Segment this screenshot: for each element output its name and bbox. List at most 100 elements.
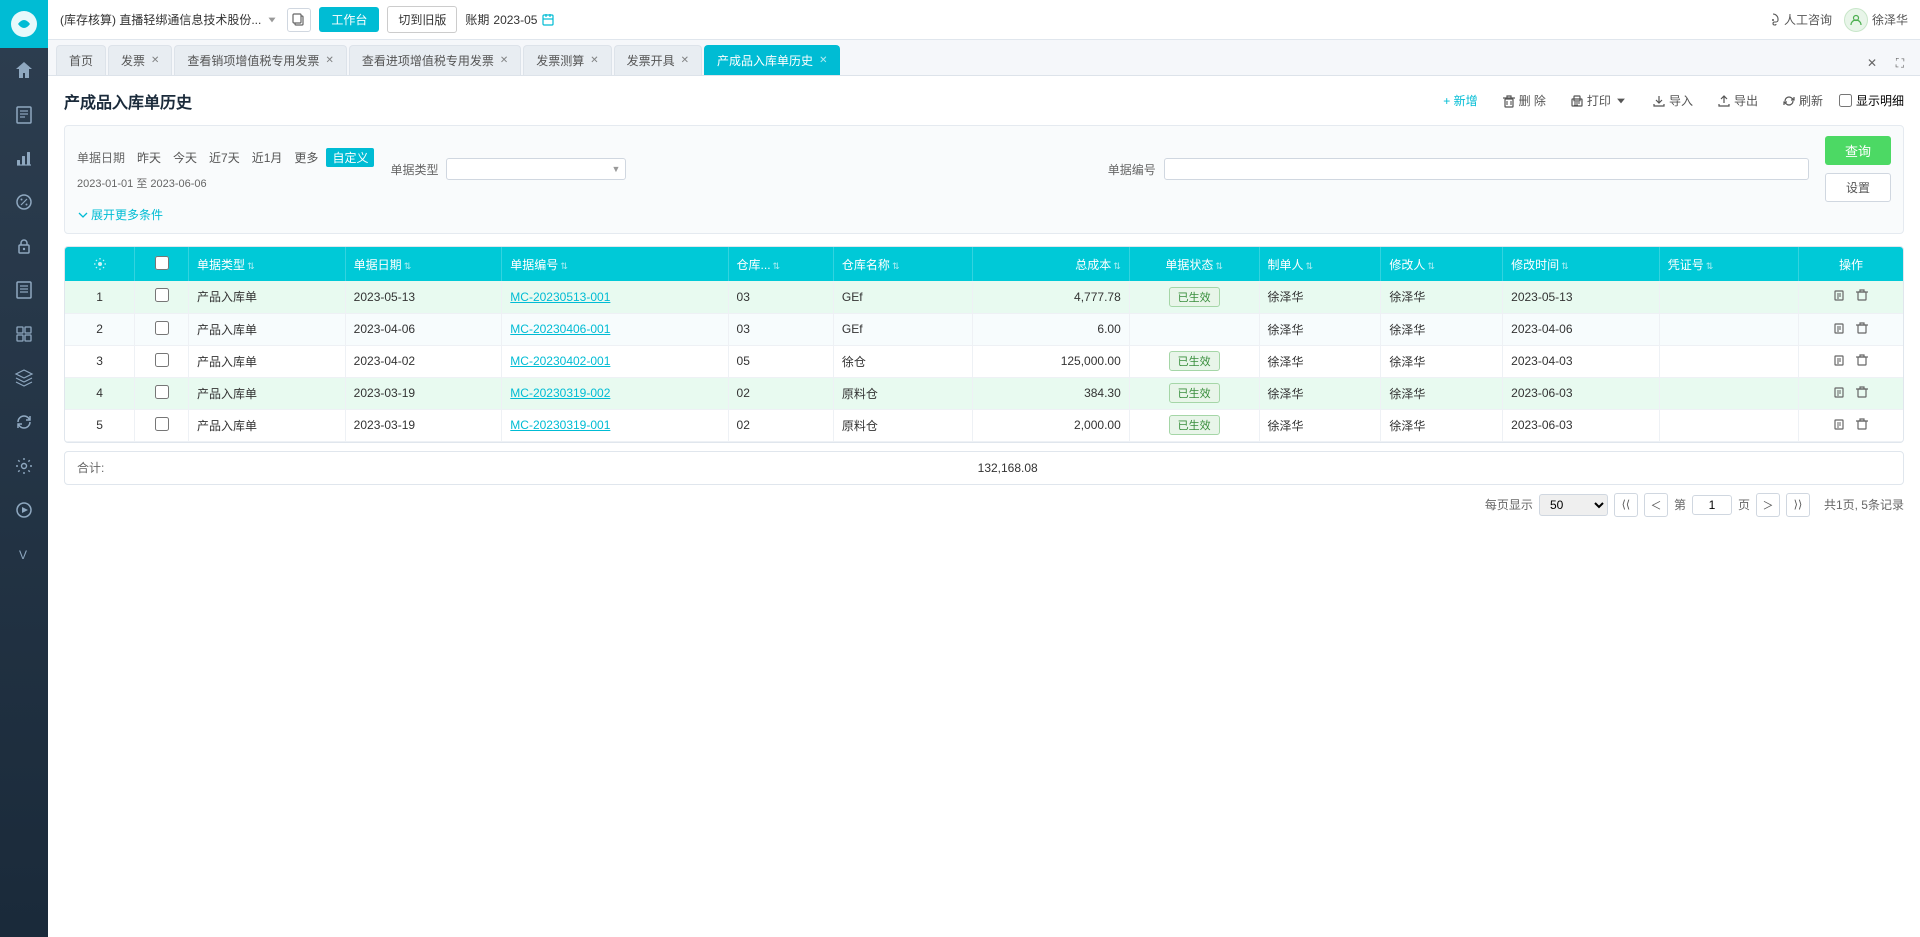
first-page-button[interactable]: ⟨⟨ — [1614, 493, 1638, 517]
row-delete-button[interactable] — [1853, 286, 1871, 307]
row-delete-button[interactable] — [1853, 351, 1871, 372]
col-modifier-header[interactable]: 修改人⇅ — [1381, 247, 1503, 281]
row-edit-button[interactable] — [1831, 286, 1849, 307]
user-menu[interactable]: 徐泽华 — [1844, 8, 1908, 32]
import-button[interactable]: 导入 — [1644, 88, 1701, 113]
row-checkbox[interactable] — [155, 417, 169, 431]
row-edit-button[interactable] — [1831, 351, 1849, 372]
col-status-header[interactable]: 单据状态⇅ — [1129, 247, 1259, 281]
date-7days[interactable]: 近7天 — [205, 148, 244, 167]
col-date-header[interactable]: 单据日期⇅ — [345, 247, 502, 281]
tab-maximize-button[interactable]: ⛶ — [1888, 51, 1912, 75]
copy-button[interactable] — [287, 8, 311, 32]
page-number-input[interactable] — [1692, 495, 1732, 515]
row-check[interactable] — [135, 313, 189, 345]
col-voucher-header[interactable]: 凭证号⇅ — [1659, 247, 1798, 281]
col-num-header[interactable]: 单据编号⇅ — [502, 247, 728, 281]
old-version-button[interactable]: 切到旧版 — [387, 6, 457, 33]
row-num[interactable]: MC-20230406-001 — [502, 313, 728, 345]
query-button[interactable]: 查询 — [1825, 136, 1891, 165]
app-title[interactable]: (库存核算) 直播轻绑通信息技术股份... — [60, 11, 279, 28]
select-all-checkbox[interactable] — [155, 256, 169, 270]
row-check[interactable] — [135, 377, 189, 409]
tab-calc-close[interactable]: ✕ — [590, 55, 598, 66]
row-checkbox[interactable] — [155, 385, 169, 399]
tab-issue[interactable]: 发票开具 ✕ — [614, 45, 702, 75]
col-warehouse-header[interactable]: 仓库...⇅ — [728, 247, 833, 281]
sidebar-item-settings[interactable] — [0, 444, 48, 488]
date-today[interactable]: 今天 — [169, 148, 201, 167]
tab-calc[interactable]: 发票测算 ✕ — [523, 45, 611, 75]
row-delete-button[interactable] — [1853, 415, 1871, 436]
sidebar-item-box[interactable] — [0, 356, 48, 400]
col-checkbox[interactable] — [135, 247, 189, 281]
row-num-link[interactable]: MC-20230402-001 — [510, 354, 610, 368]
sidebar-item-home[interactable] — [0, 48, 48, 92]
per-page-select[interactable]: 50 100 200 — [1539, 494, 1608, 516]
row-num-link[interactable]: MC-20230319-001 — [510, 418, 610, 432]
service-button[interactable]: 人工咨询 — [1766, 11, 1832, 28]
date-more[interactable]: 更多 — [290, 148, 322, 167]
add-button[interactable]: + 新增 — [1435, 88, 1485, 113]
col-total-header[interactable]: 总成本⇅ — [973, 247, 1130, 281]
date-1month[interactable]: 近1月 — [248, 148, 287, 167]
tab-sale-vat[interactable]: 查看销项增值税专用发票 ✕ — [174, 45, 346, 75]
tab-invoice[interactable]: 发票 ✕ — [108, 45, 172, 75]
row-edit-button[interactable] — [1831, 383, 1849, 404]
num-filter-input[interactable] — [1164, 158, 1809, 180]
row-num[interactable]: MC-20230319-001 — [502, 409, 728, 441]
date-custom[interactable]: 自定义 — [326, 148, 374, 167]
date-yesterday[interactable]: 昨天 — [133, 148, 165, 167]
sidebar-item-grid[interactable] — [0, 312, 48, 356]
show-detail-toggle[interactable]: 显示明细 — [1839, 92, 1904, 109]
col-settings[interactable] — [65, 247, 135, 281]
print-button[interactable]: 打印 — [1562, 88, 1636, 113]
row-delete-button[interactable] — [1853, 383, 1871, 404]
row-num-link[interactable]: MC-20230513-001 — [510, 290, 610, 304]
sidebar-item-tax[interactable] — [0, 180, 48, 224]
next-page-button[interactable]: ＞ — [1756, 493, 1780, 517]
col-modtime-header[interactable]: 修改时间⇅ — [1503, 247, 1660, 281]
row-num-link[interactable]: MC-20230319-002 — [510, 386, 610, 400]
row-checkbox[interactable] — [155, 353, 169, 367]
expand-filter[interactable]: 展开更多条件 — [77, 206, 1891, 223]
type-filter-select[interactable]: 产品入库单 — [446, 158, 626, 180]
set-button[interactable]: 设置 — [1825, 173, 1891, 202]
sidebar-item-doc[interactable] — [0, 268, 48, 312]
col-type-header[interactable]: 单据类型⇅ — [189, 247, 346, 281]
col-wname-header[interactable]: 仓库名称⇅ — [833, 247, 972, 281]
row-checkbox[interactable] — [155, 288, 169, 302]
workbench-button[interactable]: 工作台 — [319, 7, 379, 32]
row-checkbox[interactable] — [155, 321, 169, 335]
tab-issue-close[interactable]: ✕ — [681, 55, 689, 66]
tab-purchase-vat[interactable]: 查看进项增值税专用发票 ✕ — [349, 45, 521, 75]
show-detail-checkbox[interactable] — [1839, 94, 1852, 107]
sidebar-item-lock[interactable] — [0, 224, 48, 268]
col-creator-header[interactable]: 制单人⇅ — [1259, 247, 1381, 281]
tab-home[interactable]: 首页 — [56, 45, 106, 75]
sidebar-item-chart[interactable] — [0, 136, 48, 180]
last-page-button[interactable]: ⟩⟩ — [1786, 493, 1810, 517]
tab-purchase-vat-close[interactable]: ✕ — [500, 55, 508, 66]
tab-sale-vat-close[interactable]: ✕ — [325, 55, 333, 66]
export-button[interactable]: 导出 — [1709, 88, 1766, 113]
sidebar-item-play[interactable] — [0, 488, 48, 532]
row-num-link[interactable]: MC-20230406-001 — [510, 322, 610, 336]
row-num[interactable]: MC-20230402-001 — [502, 345, 728, 377]
prev-page-button[interactable]: ＜ — [1644, 493, 1668, 517]
sidebar-item-v[interactable]: V — [0, 532, 48, 576]
refresh-button[interactable]: 刷新 — [1774, 88, 1831, 113]
row-num[interactable]: MC-20230513-001 — [502, 281, 728, 313]
delete-button[interactable]: 删 除 — [1494, 88, 1554, 113]
row-check[interactable] — [135, 409, 189, 441]
row-check[interactable] — [135, 281, 189, 313]
tab-inventory-history[interactable]: 产成品入库单历史 ✕ — [704, 45, 840, 75]
tab-close-all-button[interactable]: ✕ — [1860, 51, 1884, 75]
row-edit-button[interactable] — [1831, 415, 1849, 436]
row-num[interactable]: MC-20230319-002 — [502, 377, 728, 409]
sidebar-item-invoice[interactable] — [0, 92, 48, 136]
row-check[interactable] — [135, 345, 189, 377]
tab-invoice-close[interactable]: ✕ — [151, 55, 159, 66]
row-delete-button[interactable] — [1853, 319, 1871, 340]
sidebar-item-refresh[interactable] — [0, 400, 48, 444]
